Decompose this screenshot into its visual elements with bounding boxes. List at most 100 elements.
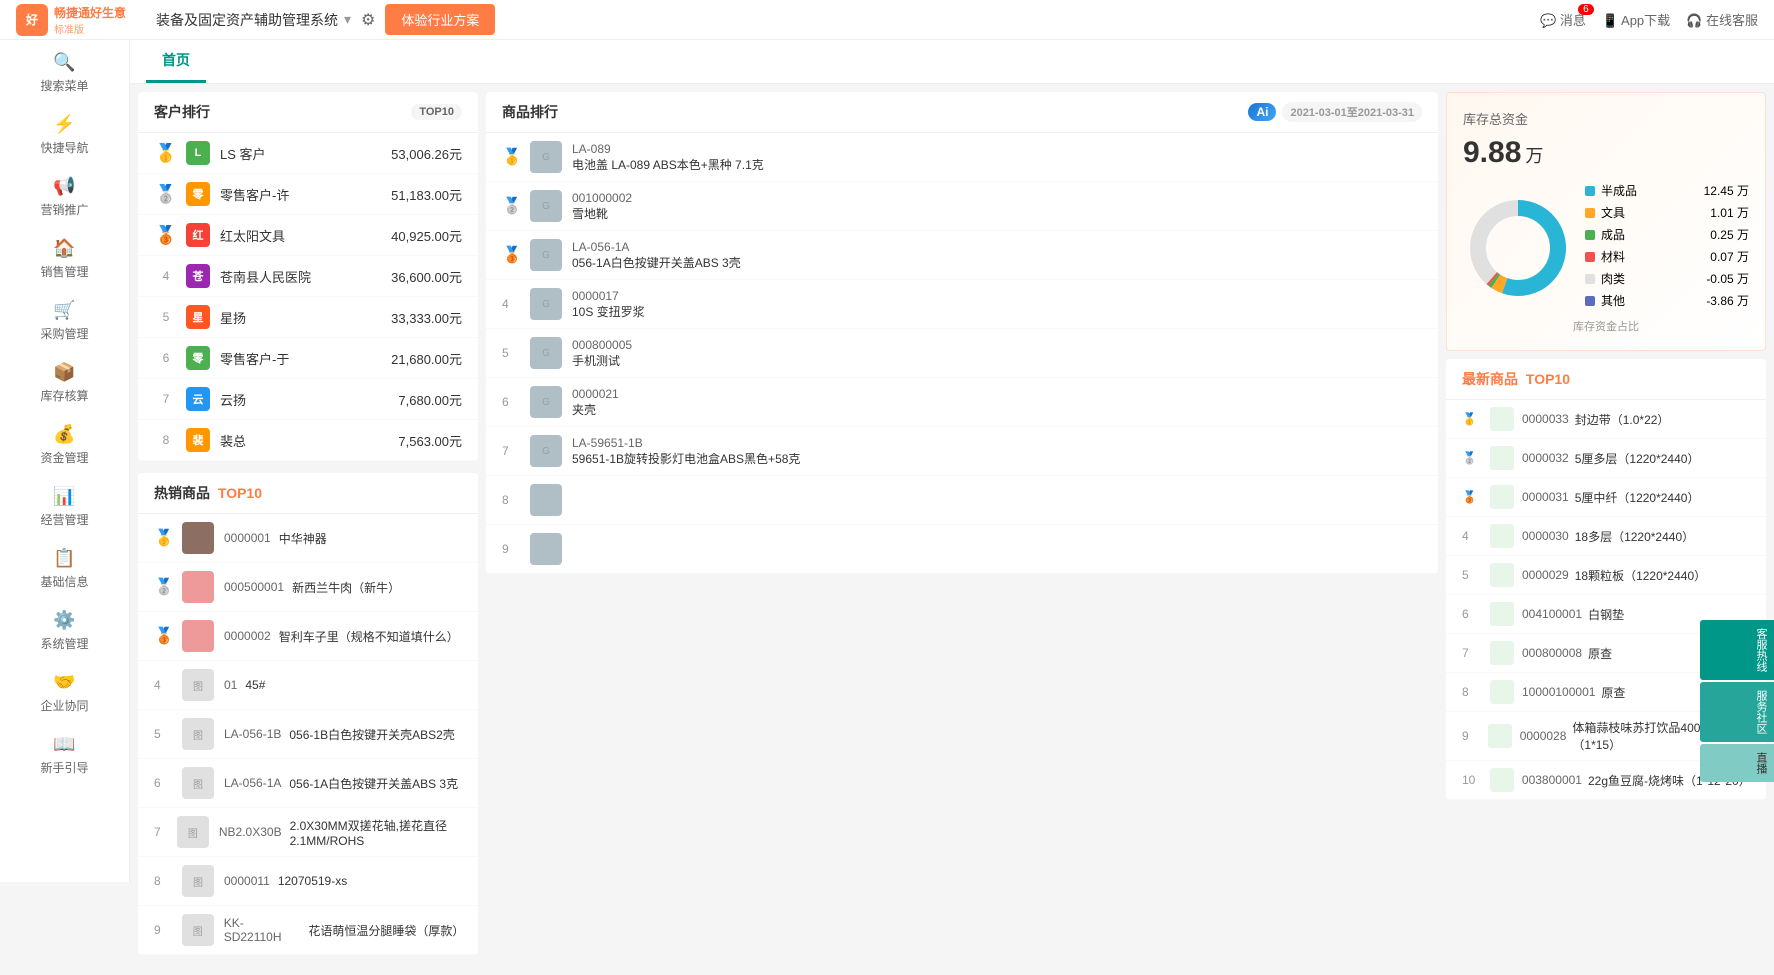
- product-thumbnail: 图: [182, 767, 214, 799]
- inventory-title: 库存总资金: [1463, 109, 1749, 128]
- logo-text: 畅捷通好生意 标准版: [54, 4, 126, 36]
- sidebar-item-shortcut[interactable]: ⚡ 快捷导航: [0, 102, 129, 164]
- inventory-unit: 万: [1525, 142, 1543, 168]
- rank-name: 零售客户-许: [220, 185, 391, 204]
- headset-icon: 🎧: [1686, 13, 1702, 28]
- product-thumbnail: G: [530, 190, 562, 222]
- rank-avatar: 零: [186, 182, 210, 206]
- sidebar-item-finance[interactable]: 💰 资金管理: [0, 412, 129, 474]
- product-thumbnail: G: [530, 239, 562, 271]
- mid-product-item: 8: [486, 476, 1438, 525]
- legend-label: 其他: [1601, 292, 1706, 309]
- legend-item: 其他 -3.86 万: [1585, 292, 1749, 309]
- hot-products-section: 热销商品 TOP10 🥇 0000001 中华神器 🥈 0: [138, 473, 478, 955]
- sidebar-item-search[interactable]: 🔍 搜索菜单: [0, 40, 129, 102]
- product-thumbnail: 图: [182, 718, 214, 750]
- product-thumbnail: [530, 484, 562, 516]
- new-product-item: 🥈 0000032 5厘多层（1220*2440）: [1446, 439, 1766, 478]
- system-selector[interactable]: 装备及固定资产辅助管理系统 ▾: [156, 10, 351, 30]
- sidebar-item-marketing[interactable]: 📢 营销推广: [0, 164, 129, 226]
- legend-value: 1.01 万: [1710, 204, 1749, 221]
- sidebar-item-sales[interactable]: 🏠 销售管理: [0, 226, 129, 288]
- header-right: 💬 消息 6 📱 App下载 🎧 在线客服: [1540, 10, 1758, 29]
- hot-product-item: 4 图 01 45#: [138, 661, 478, 710]
- mid-section-title: 商品排行: [502, 102, 558, 122]
- legend-label: 文具: [1601, 204, 1710, 221]
- rank-avatar: 零: [186, 346, 210, 370]
- hot-products-list: 🥇 0000001 中华神器 🥈 000500001 新西兰牛肉（新牛）: [138, 514, 478, 955]
- search-icon: 🔍: [53, 52, 75, 73]
- chart-icon: 📊: [53, 486, 75, 507]
- online-service[interactable]: 🎧 在线客服: [1686, 10, 1758, 29]
- rank-item: 7 云 云扬 7,680.00元: [138, 379, 478, 420]
- mid-product-item: 6 G 0000021 夹壳: [486, 378, 1438, 427]
- new-product-thumbnail: [1490, 407, 1514, 431]
- ai-badge: Ai: [1248, 103, 1276, 121]
- gold-medal-icon: 🥇: [154, 530, 174, 547]
- rank-item: 5 星 星扬 33,333.00元: [138, 297, 478, 338]
- mid-product-item: 4 G 0000017 10S 变扭罗浆: [486, 280, 1438, 329]
- message-badge[interactable]: 💬 消息 6: [1540, 10, 1586, 29]
- hot-product-item: 7 图 NB2.0X30B 2.0X30MM双搓花轴,搓花直径2.1MM/ROH…: [138, 808, 478, 857]
- rank-item: 8 裴 裴总 7,563.00元: [138, 420, 478, 461]
- rank-amount: 40,925.00元: [391, 226, 462, 245]
- rank-name: 云扬: [220, 390, 398, 409]
- product-thumbnail: G: [530, 386, 562, 418]
- new-product-thumbnail: [1490, 485, 1514, 509]
- new-product-item: 4 0000030 18多层（1220*2440）: [1446, 517, 1766, 556]
- legend-dot: [1585, 208, 1595, 218]
- new-product-item: 5 0000029 18颗粒板（1220*2440）: [1446, 556, 1766, 595]
- app-download[interactable]: 📱 App下载: [1602, 10, 1670, 29]
- product-thumbnail: 图: [177, 816, 209, 848]
- home-icon: 🏠: [53, 238, 75, 259]
- sidebar-item-inventory[interactable]: 📦 库存核算: [0, 350, 129, 412]
- sidebar-item-purchase[interactable]: 🛒 采购管理: [0, 288, 129, 350]
- donut-chart-container: 半成品 12.45 万 文具 1.01 万 成品 0.25 万: [1463, 182, 1749, 314]
- rank-name: 裴总: [220, 431, 398, 450]
- rank-amount: 7,680.00元: [398, 390, 462, 409]
- float-cs-btn[interactable]: 客服热线: [1700, 620, 1774, 680]
- legend: 半成品 12.45 万 文具 1.01 万 成品 0.25 万: [1585, 182, 1749, 314]
- float-direct-btn[interactable]: 直播: [1700, 744, 1774, 782]
- inventory-amount: 9.88: [1463, 136, 1521, 170]
- mid-product-section: 商品排行 Ai 2021-03-01至2021-03-31 🥇 G LA-089…: [486, 92, 1438, 574]
- gear-icon[interactable]: ⚙: [361, 10, 375, 30]
- legend-label: 材料: [1601, 248, 1710, 265]
- inventory-card: 库存总资金 9.88 万: [1446, 92, 1766, 351]
- rank-amount: 7,563.00元: [398, 431, 462, 450]
- rank-avatar: 裴: [186, 428, 210, 452]
- rank-avatar: 苍: [186, 264, 210, 288]
- rank-name: LS 客户: [220, 144, 391, 163]
- rank-name: 零售客户-于: [220, 349, 391, 368]
- product-thumbnail: [530, 533, 562, 565]
- sidebar-item-system[interactable]: ⚙️ 系统管理: [0, 598, 129, 660]
- float-service-btn[interactable]: 服务社区: [1700, 682, 1774, 742]
- top10-badge[interactable]: TOP10: [411, 104, 462, 120]
- inventory-amount-row: 9.88 万: [1463, 136, 1749, 170]
- sidebar-item-operation[interactable]: 📊 经营管理: [0, 474, 129, 536]
- bronze-medal-icon: 🥉: [155, 225, 177, 245]
- clipboard-icon: 📋: [53, 548, 75, 569]
- legend-value: 0.25 万: [1710, 226, 1749, 243]
- trial-button[interactable]: 体验行业方案: [385, 4, 495, 35]
- rank-amount: 51,183.00元: [391, 185, 462, 204]
- sidebar: 🔍 搜索菜单 ⚡ 快捷导航 📢 营销推广 🏠 销售管理 🛒 采购管理 📦 库存核…: [0, 40, 130, 882]
- hot-product-item: 9 图 KK-SD22110H 花语萌恒温分腿睡袋（厚款）: [138, 906, 478, 955]
- new-product-item: 🥉 0000031 5厘中纤（1220*2440）: [1446, 478, 1766, 517]
- product-thumbnail: G: [530, 337, 562, 369]
- sidebar-item-guide[interactable]: 📖 新手引导: [0, 722, 129, 784]
- sidebar-item-cooperation[interactable]: 🤝 企业协同: [0, 660, 129, 722]
- sidebar-item-basic[interactable]: 📋 基础信息: [0, 536, 129, 598]
- rank-amount: 36,600.00元: [391, 267, 462, 286]
- product-thumbnail: G: [530, 141, 562, 173]
- legend-label: 半成品: [1601, 182, 1704, 199]
- mid-product-item: 9: [486, 525, 1438, 574]
- rank-item: 6 零 零售客户-于 21,680.00元: [138, 338, 478, 379]
- silver-medal-icon: 🥈: [155, 184, 177, 204]
- tab-home[interactable]: 首页: [146, 40, 206, 83]
- rank-avatar: 星: [186, 305, 210, 329]
- chevron-down-icon: ▾: [344, 11, 351, 28]
- product-thumbnail: G: [530, 435, 562, 467]
- newest-title: 最新商品 TOP10: [1446, 359, 1766, 400]
- hot-product-item: 🥉 0000002 智利车子里（规格不知道填什么）: [138, 612, 478, 661]
